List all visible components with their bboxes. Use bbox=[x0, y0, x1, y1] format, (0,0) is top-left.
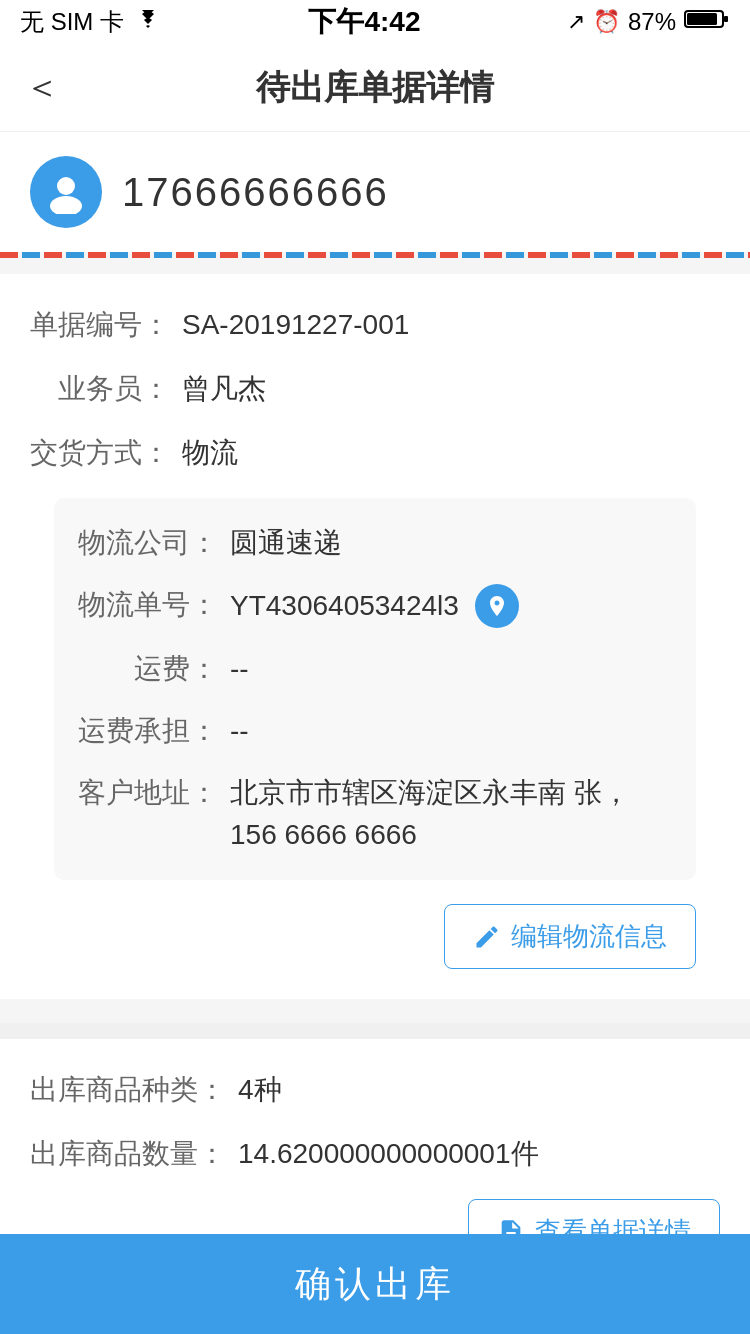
carrier-label: 无 SIM 卡 bbox=[20, 6, 124, 38]
avatar bbox=[30, 156, 102, 228]
section-divider bbox=[0, 1023, 750, 1039]
battery-icon bbox=[684, 8, 730, 36]
order-no-row: 单据编号： SA-20191227-001 bbox=[30, 304, 720, 346]
freight-value: -- bbox=[230, 648, 672, 690]
freight-bear-row: 运费承担： -- bbox=[78, 710, 672, 752]
goods-types-row: 出库商品种类： 4种 bbox=[30, 1069, 720, 1111]
edit-logistics-btn-container: 编辑物流信息 bbox=[30, 880, 720, 969]
tracking-no-row: 物流单号： YT43064053424l3 bbox=[78, 584, 672, 628]
order-no-value: SA-20191227-001 bbox=[182, 304, 720, 346]
edit-icon bbox=[473, 923, 501, 951]
goods-quantity-label: 出库商品数量： bbox=[30, 1133, 226, 1175]
alarm-icon: ⏰ bbox=[593, 9, 620, 35]
page-title: 待出库单据详情 bbox=[256, 65, 494, 111]
delivery-type-label: 交货方式： bbox=[30, 432, 170, 474]
map-location-icon[interactable] bbox=[475, 584, 519, 628]
order-info-section: 单据编号： SA-20191227-001 业务员： 曾凡杰 交货方式： 物流 … bbox=[0, 274, 750, 999]
status-right: ↗ ⏰ 87% bbox=[567, 8, 730, 36]
wifi-icon bbox=[134, 8, 162, 36]
logistics-box: 物流公司： 圆通速递 物流单号： YT43064053424l3 运费： -- bbox=[54, 498, 696, 880]
logistics-company-label: 物流公司： bbox=[78, 522, 218, 564]
nav-bar: ＜ 待出库单据详情 bbox=[0, 44, 750, 132]
status-bar: 无 SIM 卡 下午4:42 ↗ ⏰ 87% bbox=[0, 0, 750, 44]
confirm-btn-label: 确认出库 bbox=[295, 1260, 455, 1309]
dashed-divider bbox=[0, 252, 750, 258]
svg-point-4 bbox=[50, 196, 82, 214]
address-value: 北京市市辖区海淀区永丰南 张，156 6666 6666 bbox=[230, 772, 672, 856]
freight-label: 运费： bbox=[78, 648, 218, 690]
back-button[interactable]: ＜ bbox=[24, 63, 60, 112]
customer-header: 17666666666 bbox=[0, 132, 750, 252]
tracking-no-label: 物流单号： bbox=[78, 584, 218, 626]
address-label: 客户地址： bbox=[78, 772, 218, 814]
goods-types-label: 出库商品种类： bbox=[30, 1069, 226, 1111]
edit-logistics-label: 编辑物流信息 bbox=[511, 919, 667, 954]
salesman-label: 业务员： bbox=[30, 368, 170, 410]
svg-rect-1 bbox=[687, 13, 717, 25]
customer-phone: 17666666666 bbox=[122, 170, 389, 215]
salesman-value: 曾凡杰 bbox=[182, 368, 720, 410]
freight-bear-label: 运费承担： bbox=[78, 710, 218, 752]
delivery-type-value: 物流 bbox=[182, 432, 720, 474]
tracking-no-value: YT43064053424l3 bbox=[230, 584, 672, 628]
freight-bear-value: -- bbox=[230, 710, 672, 752]
logistics-company-row: 物流公司： 圆通速递 bbox=[78, 522, 672, 564]
address-row: 客户地址： 北京市市辖区海淀区永丰南 张，156 6666 6666 bbox=[78, 772, 672, 856]
location-icon-status: ↗ bbox=[567, 9, 585, 35]
logistics-company-value: 圆通速递 bbox=[230, 522, 672, 564]
delivery-type-row: 交货方式： 物流 bbox=[30, 432, 720, 474]
battery-label: 87% bbox=[628, 8, 676, 36]
order-no-label: 单据编号： bbox=[30, 304, 170, 346]
svg-point-3 bbox=[57, 177, 75, 195]
salesman-row: 业务员： 曾凡杰 bbox=[30, 368, 720, 410]
edit-logistics-button[interactable]: 编辑物流信息 bbox=[444, 904, 696, 969]
goods-quantity-row: 出库商品数量： 14.620000000000001件 bbox=[30, 1133, 720, 1175]
status-time: 下午4:42 bbox=[308, 3, 420, 41]
freight-row: 运费： -- bbox=[78, 648, 672, 690]
status-left: 无 SIM 卡 bbox=[20, 6, 162, 38]
goods-quantity-value: 14.620000000000001件 bbox=[238, 1133, 720, 1175]
goods-types-value: 4种 bbox=[238, 1069, 720, 1111]
svg-rect-2 bbox=[724, 16, 728, 22]
confirm-bar[interactable]: 确认出库 bbox=[0, 1234, 750, 1334]
